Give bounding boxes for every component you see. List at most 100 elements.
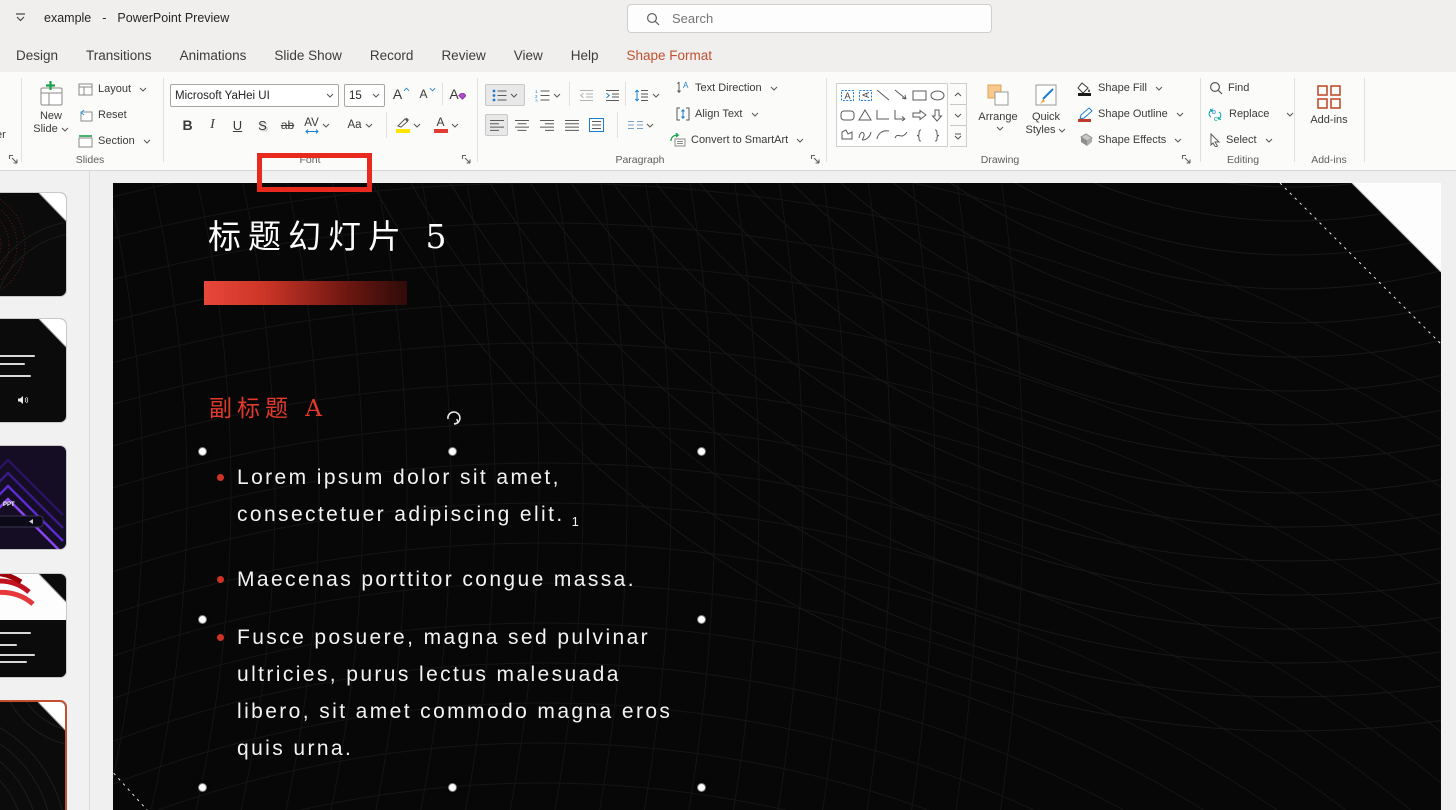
align-left-button[interactable] — [485, 114, 508, 136]
shape-textbox-icon[interactable]: A — [840, 89, 855, 102]
text-highlight-button[interactable] — [393, 114, 423, 136]
tab-shape-format[interactable]: Shape Format — [613, 48, 727, 63]
shape-line-icon[interactable] — [876, 89, 890, 101]
shapes-gallery[interactable]: A A — [836, 83, 948, 147]
tab-design[interactable]: Design — [0, 48, 72, 63]
shape-right-brace-icon[interactable] — [933, 129, 941, 142]
shape-arc-icon[interactable] — [876, 129, 890, 141]
shape-right-arrow-icon[interactable] — [912, 109, 927, 121]
shape-arrow-icon[interactable] — [894, 89, 908, 101]
shape-outline-button[interactable]: Shape Outline — [1077, 104, 1184, 124]
tab-animations[interactable]: Animations — [166, 48, 261, 63]
rotate-handle-icon[interactable] — [443, 407, 463, 427]
reset-button[interactable]: Reset — [78, 105, 127, 125]
font-name-combobox[interactable]: Microsoft YaHei UI — [170, 84, 339, 107]
text-shadow-button[interactable]: S — [251, 114, 274, 136]
gallery-scroll-down-button[interactable] — [950, 104, 966, 126]
replace-button[interactable]: bc Replace — [1207, 104, 1294, 124]
bullets-button[interactable] — [485, 84, 525, 106]
layout-button[interactable]: Layout — [78, 79, 147, 99]
tab-help[interactable]: Help — [557, 48, 613, 63]
shape-elbow-connector-icon[interactable] — [876, 109, 890, 121]
slide-thumbnail-2[interactable] — [0, 318, 67, 423]
paragraph-dialog-launcher-icon[interactable] — [810, 154, 822, 166]
arrange-button[interactable]: Arrange — [975, 83, 1021, 131]
slide-thumbnail-4[interactable] — [0, 573, 67, 678]
slide-thumbnail-panel[interactable]: T PPT — [0, 171, 90, 810]
underline-button[interactable]: U — [226, 114, 249, 136]
drawing-dialog-launcher-icon[interactable] — [1181, 154, 1193, 166]
shape-fill-button[interactable]: Shape Fill — [1077, 78, 1163, 98]
convert-to-smartart-button[interactable]: Convert to SmartArt — [670, 130, 804, 150]
shape-down-arrow-icon[interactable] — [931, 109, 943, 122]
selection-handle-top-right[interactable] — [697, 447, 706, 456]
selection-handle-top-center[interactable] — [448, 447, 457, 456]
increase-indent-button[interactable] — [601, 84, 624, 106]
shrink-font-button[interactable]: A — [416, 83, 439, 105]
shape-curve-icon[interactable] — [894, 129, 908, 141]
shape-rectangle-icon[interactable] — [912, 90, 927, 101]
add-ins-button[interactable]: Add-ins — [1305, 83, 1353, 127]
justify-button[interactable] — [560, 114, 583, 136]
quick-styles-button[interactable]: Quick Styles — [1024, 83, 1068, 137]
new-slide-button[interactable]: New Slide — [31, 81, 71, 136]
search-icon — [646, 12, 660, 25]
find-button[interactable]: Find — [1209, 78, 1249, 98]
slide-thumbnail-5-selected[interactable] — [0, 700, 67, 810]
tab-record[interactable]: Record — [356, 48, 428, 63]
grow-font-button[interactable]: A — [390, 83, 413, 105]
shape-elbow-arrow-connector-icon[interactable] — [894, 109, 908, 121]
font-size-combobox[interactable]: 15 — [344, 84, 385, 107]
line-spacing-button[interactable] — [630, 84, 664, 106]
bold-button[interactable]: B — [176, 114, 199, 136]
slide-title-text[interactable]: 标题幻灯片 5 — [208, 210, 454, 258]
shape-oval-icon[interactable] — [930, 90, 945, 101]
shape-triangle-icon[interactable] — [858, 109, 872, 121]
section-button[interactable]: Section — [78, 131, 151, 151]
accent-bar[interactable] — [204, 281, 407, 305]
search-box[interactable] — [627, 4, 992, 33]
font-color-button[interactable]: A — [431, 114, 461, 136]
character-spacing-button[interactable]: AV — [301, 114, 333, 136]
selection-handle-bottom-right[interactable] — [697, 783, 706, 792]
align-text-button[interactable]: Align Text — [676, 104, 759, 124]
clipboard-dialog-launcher-icon[interactable] — [8, 154, 20, 166]
tab-transitions[interactable]: Transitions — [72, 48, 166, 63]
gallery-scroll-up-button[interactable] — [950, 84, 966, 104]
shape-freeform-icon[interactable] — [840, 129, 854, 141]
selection-handle-middle-left[interactable] — [198, 615, 207, 624]
numbering-button[interactable]: 123 — [528, 84, 568, 106]
tab-view[interactable]: View — [500, 48, 557, 63]
clear-formatting-button[interactable]: A — [446, 83, 469, 105]
shape-left-brace-icon[interactable] — [915, 129, 923, 142]
select-button[interactable]: Select — [1209, 130, 1273, 150]
slide-thumbnail-1[interactable] — [0, 192, 67, 297]
gallery-more-button[interactable] — [950, 126, 966, 146]
slide-thumbnail-3[interactable]: T PPT — [0, 445, 67, 550]
bullet-textbox[interactable]: Lorem ipsum dolor sit amet, consectetuer… — [216, 459, 716, 788]
shape-effects-button[interactable]: Shape Effects — [1077, 130, 1182, 150]
shape-scribble-icon[interactable] — [858, 129, 872, 141]
decrease-indent-button[interactable] — [575, 84, 598, 106]
selection-handle-top-left[interactable] — [198, 447, 207, 456]
shape-vertical-textbox-icon[interactable]: A — [858, 89, 873, 102]
strikethrough-button[interactable]: ab — [276, 114, 299, 136]
selection-handle-bottom-left[interactable] — [198, 783, 207, 792]
window-chevron-icon[interactable] — [14, 13, 27, 24]
slide-canvas[interactable]: 标题幻灯片 5 副标题 A Lorem ipsum dolor sit amet… — [113, 183, 1441, 810]
columns-button[interactable] — [624, 114, 658, 136]
align-center-button[interactable] — [510, 114, 533, 136]
selection-handle-middle-right[interactable] — [697, 615, 706, 624]
align-right-button[interactable] — [535, 114, 558, 136]
slide-subtitle-text[interactable]: 副标题 A — [209, 389, 327, 423]
change-case-button[interactable]: Aa — [343, 114, 377, 136]
tab-review[interactable]: Review — [427, 48, 499, 63]
text-direction-button[interactable]: A Text Direction — [676, 78, 778, 98]
italic-button[interactable]: I — [201, 114, 224, 136]
search-input[interactable] — [672, 11, 952, 26]
distribute-text-button[interactable] — [585, 114, 608, 136]
selection-handle-bottom-center[interactable] — [448, 783, 457, 792]
shape-rounded-rectangle-icon[interactable] — [840, 110, 855, 121]
font-dialog-launcher-icon[interactable] — [461, 154, 473, 166]
tab-slide-show[interactable]: Slide Show — [260, 48, 356, 63]
